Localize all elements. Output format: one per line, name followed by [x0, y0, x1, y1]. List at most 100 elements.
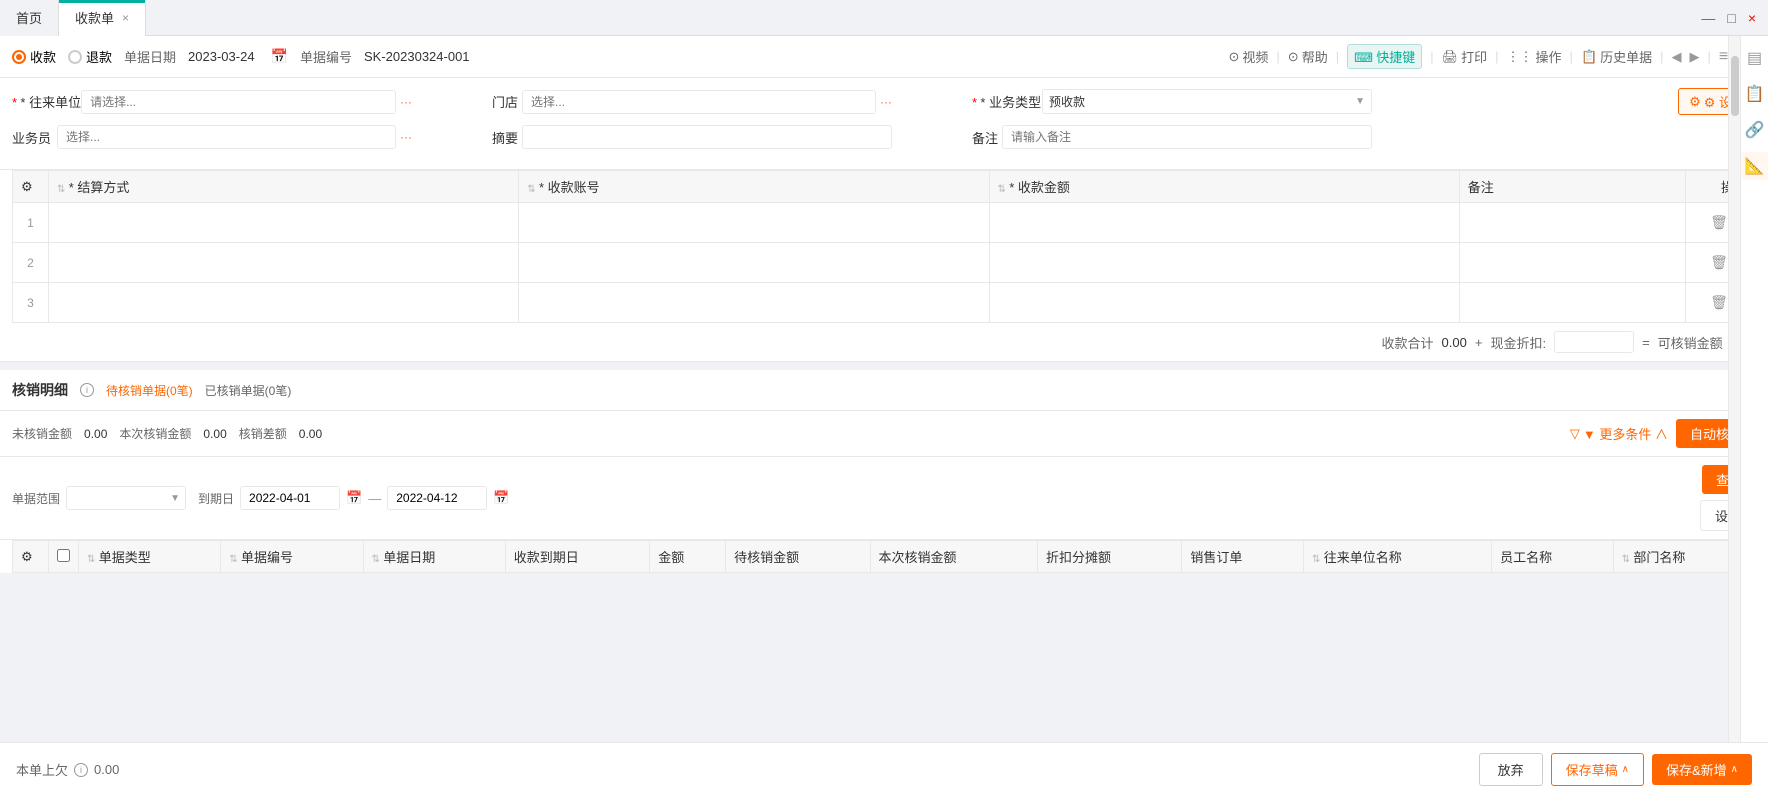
- row-2-delete-icon[interactable]: 🗑: [1710, 254, 1728, 270]
- row-3-remarks[interactable]: [1459, 283, 1685, 323]
- form-area: * * 往来单位 ··· 门店 ··· * * 业务类型 预收款 ▼ ⚙: [0, 78, 1768, 170]
- shop-more-btn[interactable]: ···: [880, 95, 892, 109]
- row-2-account[interactable]: [519, 243, 989, 283]
- detail-select-all[interactable]: [57, 549, 70, 562]
- verification-header: 核销明细 i 待核销单据(0笔) 已核销单据(0笔): [0, 370, 1768, 411]
- staff-input[interactable]: [57, 125, 396, 149]
- draft-btn[interactable]: 保存草稿 ∧: [1551, 753, 1644, 786]
- date-to-input[interactable]: [387, 486, 487, 510]
- row-1-amount[interactable]: [989, 203, 1459, 243]
- row-1-remarks[interactable]: [1459, 203, 1685, 243]
- list-view-icon[interactable]: ≡: [1719, 48, 1728, 66]
- bottom-bar: 本单上欠 i 0.00 放弃 保存草稿 ∧ 保存&新增 ∧: [0, 742, 1768, 796]
- sidebar-expand-icon[interactable]: 📐: [1741, 152, 1768, 180]
- shortcut-btn[interactable]: ⌨ 快捷键: [1347, 44, 1422, 69]
- th-settlement: ⇅ * 结算方式: [49, 171, 519, 203]
- date-from-input[interactable]: [240, 486, 340, 510]
- tab-bar-right: — □ ×: [1701, 10, 1768, 26]
- tab-close-icon[interactable]: ×: [122, 11, 129, 25]
- row-3-delete-icon[interactable]: 🗑: [1710, 294, 1728, 310]
- remarks-input[interactable]: [1002, 125, 1372, 149]
- verification-info-icon[interactable]: i: [80, 383, 94, 397]
- row-1-settlement[interactable]: [49, 203, 519, 243]
- row-3-amount[interactable]: [989, 283, 1459, 323]
- operate-btn[interactable]: ⋮⋮ 操作: [1507, 47, 1562, 66]
- summary-field: 摘要: [492, 125, 892, 149]
- print-icon: 🖨: [1442, 49, 1459, 65]
- row-2-amount[interactable]: [989, 243, 1459, 283]
- range-select[interactable]: [66, 486, 186, 510]
- row-3-account[interactable]: [519, 283, 989, 323]
- tab-pending-label: 待核销单据(0笔): [106, 382, 193, 399]
- calendar-from-icon[interactable]: 📅: [346, 490, 362, 506]
- help-btn[interactable]: ⊙ 帮助: [1288, 47, 1328, 66]
- print-btn[interactable]: 🖨 打印: [1442, 47, 1488, 66]
- nav-left-icon[interactable]: ◀: [1672, 49, 1682, 65]
- detail-gear-th[interactable]: ⚙: [13, 541, 49, 573]
- business-select[interactable]: 预收款 ▼: [1042, 89, 1372, 114]
- tab-done[interactable]: 已核销单据(0笔): [205, 382, 292, 399]
- bottom-info-icon[interactable]: i: [74, 763, 88, 777]
- history-btn[interactable]: 📋 历史单据: [1581, 47, 1652, 66]
- net-label: 可核销金额: [1658, 333, 1723, 352]
- window-maximize-icon[interactable]: □: [1727, 10, 1735, 26]
- window-minimize-icon[interactable]: —: [1701, 10, 1715, 26]
- number-value: SK-20230324-001: [364, 49, 470, 64]
- window-close-icon[interactable]: ×: [1748, 10, 1756, 26]
- row-2-settlement[interactable]: [49, 243, 519, 283]
- shortcut-icon: ⌨: [1354, 50, 1373, 65]
- gear-th[interactable]: ⚙: [13, 171, 49, 203]
- prev-value: 0.00: [94, 762, 119, 777]
- remarks-label: 备注: [972, 128, 1002, 147]
- staff-label: 业务员: [12, 128, 57, 147]
- save-new-btn[interactable]: 保存&新增 ∧: [1652, 754, 1752, 785]
- tab-active[interactable]: 收款单 ×: [59, 0, 146, 36]
- tab-home[interactable]: 首页: [0, 0, 59, 36]
- scrollbar-thumb[interactable]: [1731, 56, 1739, 116]
- unchecked-label: 未核销金额: [12, 425, 72, 442]
- summary-input[interactable]: [522, 125, 892, 149]
- staff-more-btn[interactable]: ···: [400, 130, 412, 144]
- more-cond-btn[interactable]: ▽ ▼ 更多条件 ∧: [1570, 424, 1668, 443]
- radio-tuidan[interactable]: 退款: [68, 47, 112, 66]
- bottom-left: 本单上欠 i 0.00: [16, 760, 119, 779]
- row-3-settlement[interactable]: [49, 283, 519, 323]
- verification-title: 核销明细: [12, 380, 68, 400]
- th-unit-name: ⇅ 往来单位名称: [1304, 541, 1492, 573]
- staff-field: 业务员 ···: [12, 125, 412, 149]
- table-gear-icon[interactable]: ⚙: [21, 179, 33, 194]
- toolbar-right: ⊙ 视频 | ⊙ 帮助 | ⌨ 快捷键 | 🖨 打印 | ⋮⋮ 操作 | 📋 历…: [1228, 44, 1756, 69]
- radio-shoukuan[interactable]: 收款: [12, 47, 56, 66]
- search-row: 单据范围 ▼ 到期日 📅 — 📅 查询 设置: [0, 457, 1768, 540]
- radio-tuidan-label: 退款: [86, 47, 112, 66]
- detail-table-area: ⚙ ⇅ 单据类型 ⇅ 单据编号 ⇅ 单据日期 收款到期日: [0, 540, 1768, 573]
- current-verify-value: 0.00: [203, 427, 226, 441]
- detail-gear-icon[interactable]: ⚙: [21, 549, 33, 564]
- sidebar-doc-icon[interactable]: 📋: [1741, 80, 1768, 108]
- abandon-btn[interactable]: 放弃: [1479, 753, 1543, 786]
- business-field: * * 业务类型 预收款 ▼: [972, 89, 1372, 114]
- data-table: ⚙ ⇅ * 结算方式 ⇅ * 收款账号 ⇅ * 收款金额 备注: [12, 170, 1756, 323]
- discount-input[interactable]: [1554, 331, 1634, 353]
- unit-more-btn[interactable]: ···: [400, 95, 412, 109]
- calendar-to-icon[interactable]: 📅: [493, 490, 509, 506]
- sidebar-link-icon[interactable]: 🔗: [1741, 116, 1768, 144]
- tab-pending[interactable]: 待核销单据(0笔): [106, 382, 193, 399]
- th-amount2: 金额: [650, 541, 726, 573]
- sidebar-table-icon[interactable]: ▤: [1743, 44, 1766, 72]
- radio-group: 收款 退款: [12, 47, 112, 66]
- row-1-delete-icon[interactable]: 🗑: [1710, 214, 1728, 230]
- shop-input[interactable]: [522, 90, 876, 114]
- video-btn[interactable]: ⊙ 视频: [1228, 47, 1268, 66]
- save-new-arrow: ∧: [1731, 764, 1738, 775]
- calendar-icon[interactable]: 📅: [271, 48, 288, 65]
- detail-checkbox-th[interactable]: [49, 541, 79, 573]
- th-account: ⇅ * 收款账号: [519, 171, 989, 203]
- nav-right-icon[interactable]: ▶: [1690, 49, 1700, 65]
- row-1-account[interactable]: [519, 203, 989, 243]
- settings-icon: ⚙: [1689, 94, 1701, 110]
- row-2-num: 2: [13, 243, 49, 283]
- scrollbar[interactable]: [1728, 36, 1740, 756]
- row-2-remarks[interactable]: [1459, 243, 1685, 283]
- unit-input[interactable]: [81, 90, 396, 114]
